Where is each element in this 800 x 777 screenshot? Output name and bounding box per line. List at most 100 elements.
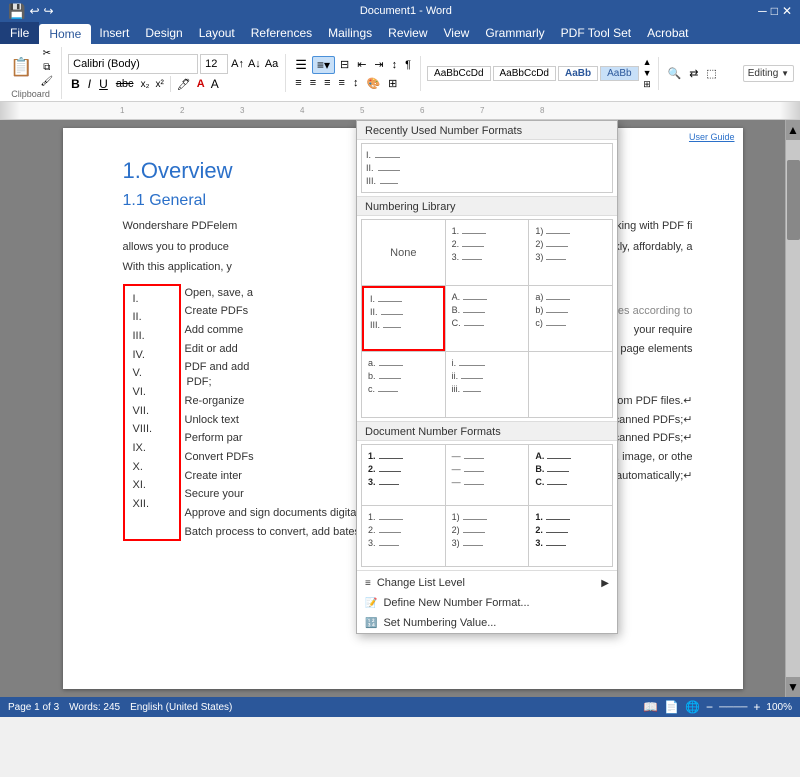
format-alpha-lower-dot[interactable]: a. b. c. <box>362 352 445 417</box>
shading-button[interactable]: 🎨 <box>363 76 383 91</box>
multilevel-list-button[interactable]: ⊟ <box>337 57 352 72</box>
doc-format-dashes[interactable]: — — — <box>446 445 529 505</box>
font-size-increase[interactable]: A↑ <box>230 57 245 71</box>
menu-references[interactable]: References <box>243 22 320 44</box>
font-size-input[interactable] <box>200 54 228 74</box>
style-no-spacing[interactable]: AaBbCcDd <box>493 66 556 81</box>
italic-button[interactable]: I <box>85 76 94 92</box>
align-left-button[interactable]: ≡ <box>292 76 304 90</box>
doc-format-arabic-paren2[interactable]: 1) 2) 3) <box>446 506 529 566</box>
window-close[interactable]: ✕ <box>782 4 792 18</box>
set-numbering-value-item[interactable]: 🔢 Set Numbering Value... <box>357 613 617 633</box>
view-read-button[interactable]: 📖 <box>643 700 658 714</box>
menu-view[interactable]: View <box>436 22 478 44</box>
recent-format-roman[interactable]: I. II. III. <box>362 144 612 192</box>
doc-format-arabic2[interactable]: 1. 2. 3. <box>362 506 445 566</box>
format-alpha-upper[interactable]: A. B. C. <box>446 286 529 351</box>
menu-pdf-tool-set[interactable]: PDF Tool Set <box>553 22 639 44</box>
menu-layout[interactable]: Layout <box>191 22 243 44</box>
superscript-button[interactable]: x² <box>153 78 165 91</box>
styles-expand[interactable]: ⊞ <box>643 79 652 90</box>
doc-format-arabic-bold[interactable]: 1. 2. 3. <box>362 445 445 505</box>
decrease-indent-button[interactable]: ⇤ <box>354 57 369 72</box>
styles-scroll-up[interactable]: ▲ <box>643 57 652 67</box>
borders-button[interactable]: ⊞ <box>385 76 400 91</box>
format-empty[interactable] <box>529 352 612 417</box>
format-alpha-lower-paren[interactable]: a) b) c) <box>529 286 612 351</box>
bold-button[interactable]: B <box>68 76 83 92</box>
increase-indent-button[interactable]: ⇥ <box>371 57 386 72</box>
quick-access-redo[interactable]: ↪ <box>44 4 54 18</box>
menu-review[interactable]: Review <box>380 22 435 44</box>
cut-button[interactable]: ✂ <box>38 47 55 60</box>
window-maximize[interactable]: □ <box>771 4 778 18</box>
word-count: Words: 245 <box>69 702 120 713</box>
align-right-button[interactable]: ≡ <box>321 76 333 90</box>
menu-file[interactable]: File <box>0 22 39 44</box>
zoom-out-button[interactable]: − <box>706 700 713 714</box>
list-item-10: X. <box>133 458 171 477</box>
scroll-thumb[interactable] <box>787 160 800 240</box>
list-item-1: I. <box>133 290 171 309</box>
style-normal[interactable]: AaBbCcDd <box>427 66 490 81</box>
clear-format-button[interactable]: Aa <box>264 57 279 71</box>
window-minimize[interactable]: ─ <box>758 4 767 18</box>
menu-grammarly[interactable]: Grammarly <box>477 22 552 44</box>
define-new-format-item[interactable]: 📝 Define New Number Format... <box>357 593 617 613</box>
text-highlight-button[interactable]: 🖊 <box>175 77 193 92</box>
quick-access-save[interactable]: 💾 <box>8 3 25 20</box>
menu-insert[interactable]: Insert <box>91 22 137 44</box>
scroll-up-button[interactable]: ▲ <box>786 120 800 140</box>
zoom-in-button[interactable]: + <box>753 700 760 714</box>
format-painter-button[interactable]: 🖌 <box>38 75 55 88</box>
paste-button[interactable]: 📋 <box>6 47 36 88</box>
font-size-decrease[interactable]: A↓ <box>247 57 262 71</box>
font-name-input[interactable] <box>68 54 198 74</box>
format-arabic-paren[interactable]: 1) 2) 3) <box>529 220 612 285</box>
strikethrough-button[interactable]: abc <box>113 77 137 91</box>
styles-scroll-down[interactable]: ▼ <box>643 68 652 78</box>
view-web-button[interactable]: 🌐 <box>685 700 700 714</box>
bullet-list-button[interactable]: ☰ <box>292 56 310 74</box>
align-center-button[interactable]: ≡ <box>307 76 319 90</box>
user-guide-link[interactable]: User Guide <box>689 132 735 142</box>
menu-design[interactable]: Design <box>137 22 190 44</box>
format-roman-upper-selected[interactable]: I. II. III. <box>362 286 445 351</box>
subscript-button[interactable]: x₂ <box>139 78 152 91</box>
list-item-9: IX. <box>133 439 171 458</box>
quick-access-undo[interactable]: ↩ <box>29 4 39 18</box>
recently-used-title: Recently Used Number Formats <box>357 121 617 140</box>
clipboard-label: Clipboard <box>11 89 50 99</box>
list-item-11: XI. <box>133 476 171 495</box>
underline-button[interactable]: U <box>96 76 111 92</box>
change-list-level-item[interactable]: ≡ Change List Level ▶ <box>357 573 617 593</box>
numbering-library-title: Numbering Library <box>357 196 617 216</box>
list-item-2: II. <box>133 308 171 327</box>
format-none[interactable]: None <box>362 220 445 285</box>
style-heading2[interactable]: AaBb <box>600 66 638 81</box>
replace-button[interactable]: ⇄ <box>686 66 701 81</box>
copy-button[interactable]: ⧉ <box>38 61 55 74</box>
font-color-button[interactable]: A <box>195 77 207 91</box>
doc-format-arabic-bold2[interactable]: 1. 2. 3. <box>529 506 612 566</box>
page-indicator: Page 1 of 3 <box>8 702 59 713</box>
show-paragraph-button[interactable]: ¶ <box>402 58 414 72</box>
style-heading1[interactable]: AaBb <box>558 66 598 81</box>
menu-home[interactable]: Home <box>39 24 91 44</box>
font-effects-button[interactable]: A <box>209 76 221 92</box>
menu-acrobat[interactable]: Acrobat <box>639 22 696 44</box>
justify-button[interactable]: ≡ <box>336 76 348 90</box>
numbered-list-button[interactable]: ≡▾ <box>312 56 335 74</box>
find-button[interactable]: 🔍 <box>665 66 685 81</box>
menu-mailings[interactable]: Mailings <box>320 22 380 44</box>
sort-button[interactable]: ↕ <box>389 58 401 72</box>
zoom-slider[interactable]: ──── <box>719 702 747 713</box>
list-item-7: VII. <box>133 402 171 421</box>
format-arabic-dot[interactable]: 1. 2. 3. <box>446 220 529 285</box>
line-spacing-button[interactable]: ↕ <box>350 76 362 90</box>
select-button[interactable]: ⬚ <box>703 66 719 81</box>
scroll-down-button[interactable]: ▼ <box>786 677 800 697</box>
format-roman-lower-dot[interactable]: i. ii. iii. <box>446 352 529 417</box>
view-print-button[interactable]: 📄 <box>664 700 679 714</box>
doc-format-alpha-bold[interactable]: A. B. C. <box>529 445 612 505</box>
